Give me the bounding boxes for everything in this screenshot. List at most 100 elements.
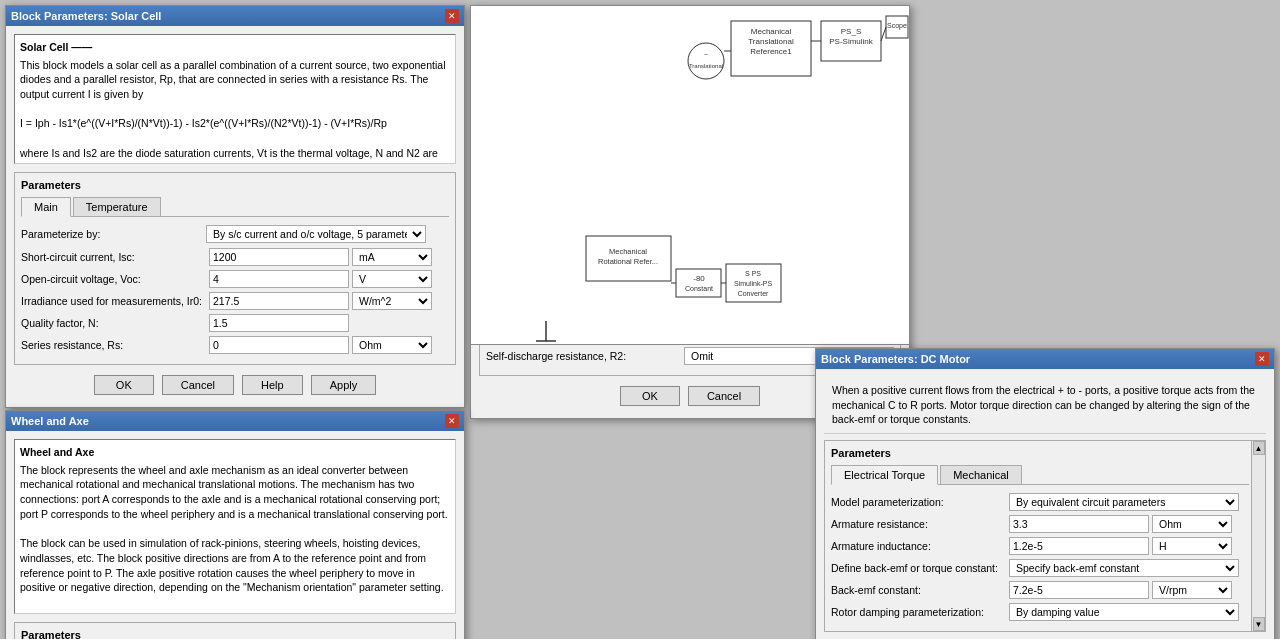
solar-cell-irradiance-input[interactable] (209, 292, 349, 310)
scrollbar-up-button[interactable]: ▲ (1253, 441, 1265, 455)
dc-motor-title: Block Parameters: DC Motor (821, 353, 970, 365)
solar-cell-quality-row: Quality factor, N: (21, 314, 449, 332)
solar-cell-quality-input[interactable] (209, 314, 349, 332)
svg-text:Simulink-PS: Simulink-PS (734, 280, 772, 287)
wheel-axle-content: Wheel and Axe The block represents the w… (6, 431, 464, 639)
svg-text:Mechanical: Mechanical (609, 247, 647, 256)
dc-motor-armature-r-row: Armature resistance: Ohm (831, 515, 1249, 533)
solar-cell-rs-row: Series resistance, Rs: Ohm (21, 336, 449, 354)
solar-cell-button-row: OK Cancel Help Apply (14, 371, 456, 399)
wheel-axle-description: Wheel and Axe The block represents the w… (14, 439, 456, 614)
solar-cell-title-bar: Block Parameters: Solar Cell ✕ (6, 6, 464, 26)
solar-cell-description: Solar Cell —— This block models a solar … (14, 34, 456, 164)
svg-text:S PS: S PS (745, 270, 761, 277)
svg-text:Scope: Scope (887, 22, 907, 30)
dc-motor-armature-r-label: Armature resistance: (831, 518, 1006, 530)
solar-cell-rs-unit[interactable]: Ohm (352, 336, 432, 354)
solar-cell-voc-input[interactable] (209, 270, 349, 288)
dc-motor-back-emf-label: Back-emf constant: (831, 584, 1006, 596)
solar-cell-apply-button[interactable]: Apply (311, 375, 377, 395)
dc-motor-close-button[interactable]: ✕ (1255, 352, 1269, 366)
canvas-svg: Mechanical Translational Reference1 PS_S… (471, 6, 910, 345)
dc-motor-back-emf-input[interactable] (1009, 581, 1149, 599)
dc-motor-armature-l-row: Armature inductance: H (831, 537, 1249, 555)
solar-cell-parameterize-label: Parameterize by: (21, 228, 206, 240)
solar-cell-tab-temperature[interactable]: Temperature (73, 197, 161, 216)
dc-motor-back-emf-define-dropdown[interactable]: Specify back-emf constant (1009, 559, 1239, 577)
solar-cell-dialog: Block Parameters: Solar Cell ✕ Solar Cel… (5, 5, 465, 408)
solar-cell-parameterize-row: Parameterize by: By s/c current and o/c … (21, 225, 449, 243)
solar-cell-isc-unit[interactable]: mA (352, 248, 432, 266)
dc-motor-tab-electrical[interactable]: Electrical Torque (831, 465, 938, 485)
solar-cell-isc-input[interactable] (209, 248, 349, 266)
solar-cell-help-button[interactable]: Help (242, 375, 303, 395)
dc-motor-params-section: Parameters Electrical Torque Mechanical … (824, 440, 1266, 632)
dc-motor-model-param-dropdown[interactable]: By equivalent circuit parameters (1009, 493, 1239, 511)
solar-cell-ok-button[interactable]: OK (94, 375, 154, 395)
svg-text:Converter: Converter (738, 290, 769, 297)
dc-motor-rotor-damping-dropdown[interactable]: By damping value (1009, 603, 1239, 621)
wheel-axle-dialog: Wheel and Axe ✕ Wheel and Axe The block … (5, 410, 465, 639)
dc-motor-model-param-row: Model parameterization: By equivalent ci… (831, 493, 1249, 511)
wheel-axle-close-button[interactable]: ✕ (445, 414, 459, 428)
solar-cell-parameterize-dropdown[interactable]: By s/c current and o/c voltage, 5 parame… (206, 225, 426, 243)
wheel-axle-params-section: Parameters Wheel radius: mm Mechanism or… (14, 622, 456, 639)
dc-motor-content: When a positive current flows from the e… (816, 369, 1274, 639)
svg-text:-80: -80 (693, 274, 705, 283)
dc-motor-armature-l-input[interactable] (1009, 537, 1149, 555)
solar-cell-desc-text: This block models a solar cell as a para… (20, 58, 450, 164)
dc-motor-back-emf-row: Back-emf constant: V/rpm (831, 581, 1249, 599)
solar-cell-voc-row: Open-circuit voltage, Voc: V (21, 270, 449, 288)
svg-text:~: ~ (704, 51, 708, 58)
dc-motor-armature-l-label: Armature inductance: (831, 540, 1006, 552)
dc-motor-scrollbar[interactable]: ▲ ▼ (1251, 441, 1265, 631)
solar-cell-title: Block Parameters: Solar Cell (11, 10, 161, 22)
solar-cell-rs-label: Series resistance, Rs: (21, 339, 206, 351)
solar-cell-desc-line-0: Solar Cell —— (20, 40, 450, 55)
wheel-axle-title-bar: Wheel and Axe ✕ (6, 411, 464, 431)
dc-motor-title-bar: Block Parameters: DC Motor ✕ (816, 349, 1274, 369)
svg-text:PS-Simulink: PS-Simulink (829, 37, 874, 46)
svg-text:PS_S: PS_S (841, 27, 861, 36)
solar-cell-cancel-button[interactable]: Cancel (162, 375, 234, 395)
dc-motor-armature-r-input[interactable] (1009, 515, 1149, 533)
svg-text:Translational: Translational (689, 63, 723, 69)
dc-motor-params-title: Parameters (831, 447, 1249, 459)
wheel-axle-params-title: Parameters (21, 629, 449, 639)
solar-cell-tab-main[interactable]: Main (21, 197, 71, 217)
generic-battery-cancel-button[interactable]: Cancel (688, 386, 760, 406)
battery-r2-label: Self-discharge resistance, R2: (486, 350, 681, 362)
simulink-canvas: Mechanical Translational Reference1 PS_S… (470, 5, 910, 345)
dc-motor-armature-r-unit[interactable]: Ohm (1152, 515, 1232, 533)
dc-motor-back-emf-define-label: Define back-emf or torque constant: (831, 562, 1006, 574)
generic-battery-ok-button[interactable]: OK (620, 386, 680, 406)
svg-point-13 (688, 43, 724, 79)
wheel-axle-desc-text: The block represents the wheel and axle … (20, 463, 450, 595)
solar-cell-voc-unit[interactable]: V (352, 270, 432, 288)
solar-cell-params-section: Parameters Main Temperature Parameterize… (14, 172, 456, 365)
svg-text:Rotational Refer...: Rotational Refer... (598, 257, 658, 266)
svg-line-18 (881, 27, 886, 41)
dc-motor-description: When a positive current flows from the e… (824, 377, 1266, 434)
dc-motor-back-emf-unit[interactable]: V/rpm (1152, 581, 1232, 599)
solar-cell-rs-input[interactable] (209, 336, 349, 354)
solar-cell-quality-label: Quality factor, N: (21, 317, 206, 329)
wheel-axle-title: Wheel and Axe (11, 415, 89, 427)
dc-motor-rotor-damping-label: Rotor damping parameterization: (831, 606, 1006, 618)
solar-cell-irradiance-label: Irradiance used for measurements, Ir0: (21, 295, 206, 307)
dc-motor-dialog: Block Parameters: DC Motor ✕ When a posi… (815, 348, 1275, 639)
svg-text:Reference1: Reference1 (750, 47, 792, 56)
solar-cell-isc-row: Short-circuit current, Isc: mA (21, 248, 449, 266)
dc-motor-tab-mechanical[interactable]: Mechanical (940, 465, 1022, 484)
dc-motor-rotor-damping-row: Rotor damping parameterization: By dampi… (831, 603, 1249, 621)
solar-cell-isc-label: Short-circuit current, Isc: (21, 251, 206, 263)
solar-cell-tab-bar: Main Temperature (21, 197, 449, 217)
solar-cell-content: Solar Cell —— This block models a solar … (6, 26, 464, 407)
dc-motor-back-emf-define-row: Define back-emf or torque constant: Spec… (831, 559, 1249, 577)
solar-cell-params-title: Parameters (21, 179, 449, 191)
dc-motor-model-param-label: Model parameterization: (831, 496, 1006, 508)
dc-motor-armature-l-unit[interactable]: H (1152, 537, 1232, 555)
solar-cell-close-button[interactable]: ✕ (445, 9, 459, 23)
scrollbar-down-button[interactable]: ▼ (1253, 617, 1265, 631)
solar-cell-irradiance-unit[interactable]: W/m^2 (352, 292, 432, 310)
